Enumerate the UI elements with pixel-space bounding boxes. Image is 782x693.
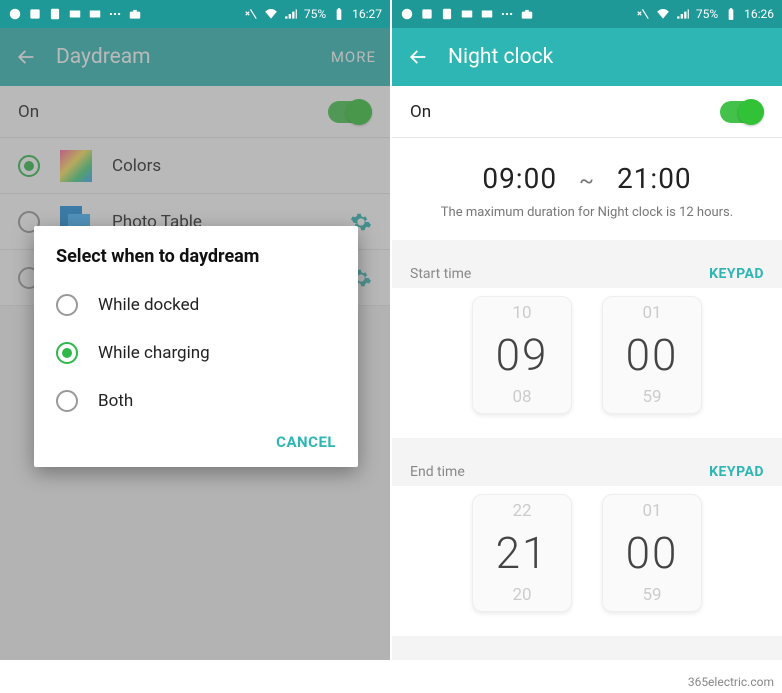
briefcase-icon: [128, 7, 142, 21]
watermark: 365electric.com: [688, 675, 774, 689]
keypad-button[interactable]: KEYPAD: [709, 464, 764, 480]
option-label: While docked: [98, 295, 199, 315]
notif-icon: [420, 7, 434, 21]
start-min-wheel[interactable]: 01 00 59: [602, 296, 702, 414]
briefcase-icon: [520, 7, 534, 21]
on-label: On: [410, 102, 720, 122]
more-notif-icon: [500, 7, 514, 21]
radio-icon: [56, 390, 78, 412]
back-button[interactable]: [406, 45, 430, 69]
notif-icon: [48, 7, 62, 21]
wheel-prev: 01: [603, 501, 701, 521]
end-time-header: End time KEYPAD: [392, 454, 782, 486]
duration-note: The maximum duration for Night clock is …: [410, 205, 764, 220]
wheel-prev: 01: [603, 303, 701, 323]
battery-pct: 75%: [696, 7, 718, 21]
screen-nightclock: 75% 16:26 Night clock On 09:00 ~ 21:00 T…: [392, 0, 782, 660]
wheel-value: 00: [626, 527, 679, 579]
clock-time: 16:26: [744, 7, 774, 21]
battery-pct: 75%: [304, 7, 326, 21]
screen-daydream: 75% 16:27 Daydream MORE On Colors Ph: [0, 0, 390, 660]
range-to: 21:00: [617, 162, 692, 195]
wheel-value: 21: [496, 527, 549, 579]
wheel-prev: 10: [473, 303, 571, 323]
battery-icon: [724, 7, 738, 21]
on-row: On: [392, 86, 782, 138]
battery-icon: [332, 7, 346, 21]
notif-icon: [460, 7, 474, 21]
dialog-title: Select when to daydream: [56, 246, 336, 267]
section-label: Start time: [410, 266, 471, 282]
end-time-picker: 22 21 20 01 00 59: [392, 486, 782, 636]
option-label: Both: [98, 391, 133, 411]
end-hour-wheel[interactable]: 22 21 20: [472, 494, 572, 612]
start-time-header: Start time KEYPAD: [392, 256, 782, 288]
wifi-icon: [264, 7, 278, 21]
notif-icon: [68, 7, 82, 21]
wheel-next: 59: [603, 387, 701, 407]
keypad-button[interactable]: KEYPAD: [709, 266, 764, 282]
notif-icon: [88, 7, 102, 21]
on-toggle[interactable]: [720, 101, 764, 123]
status-bar: 75% 16:26: [392, 0, 782, 28]
start-time-picker: 10 09 08 01 00 59: [392, 288, 782, 438]
radio-icon: [56, 294, 78, 316]
page-title: Night clock: [448, 45, 553, 69]
section-label: End time: [410, 464, 465, 480]
more-notif-icon: [108, 7, 122, 21]
notif-icon: [28, 7, 42, 21]
app-bar: Night clock: [392, 28, 782, 86]
status-bar: 75% 16:27: [0, 0, 390, 28]
dialog-option-charging[interactable]: While charging: [56, 329, 336, 377]
dialog-option-both[interactable]: Both: [56, 377, 336, 425]
start-hour-wheel[interactable]: 10 09 08: [472, 296, 572, 414]
wheel-next: 59: [603, 585, 701, 605]
wifi-icon: [656, 7, 670, 21]
wheel-next: 08: [473, 387, 571, 407]
end-min-wheel[interactable]: 01 00 59: [602, 494, 702, 612]
radio-selected-icon: [56, 342, 78, 364]
cancel-button[interactable]: CANCEL: [276, 433, 336, 451]
clock-time: 16:27: [352, 7, 382, 21]
wheel-next: 20: [473, 585, 571, 605]
dialog-option-docked[interactable]: While docked: [56, 281, 336, 329]
notif-icon: [8, 7, 22, 21]
option-label: While charging: [98, 343, 210, 363]
signal-icon: [676, 7, 690, 21]
notif-icon: [400, 7, 414, 21]
vibrate-icon: [636, 7, 650, 21]
notif-icon: [480, 7, 494, 21]
range-from: 09:00: [482, 162, 557, 195]
wheel-value: 00: [626, 329, 679, 381]
wheel-value: 09: [496, 329, 549, 381]
notif-icon: [440, 7, 454, 21]
signal-icon: [284, 7, 298, 21]
wheel-prev: 22: [473, 501, 571, 521]
vibrate-icon: [244, 7, 258, 21]
duration-summary: 09:00 ~ 21:00 The maximum duration for N…: [392, 138, 782, 240]
daydream-when-dialog: Select when to daydream While docked Whi…: [34, 226, 358, 467]
tilde-icon: ~: [579, 169, 595, 194]
